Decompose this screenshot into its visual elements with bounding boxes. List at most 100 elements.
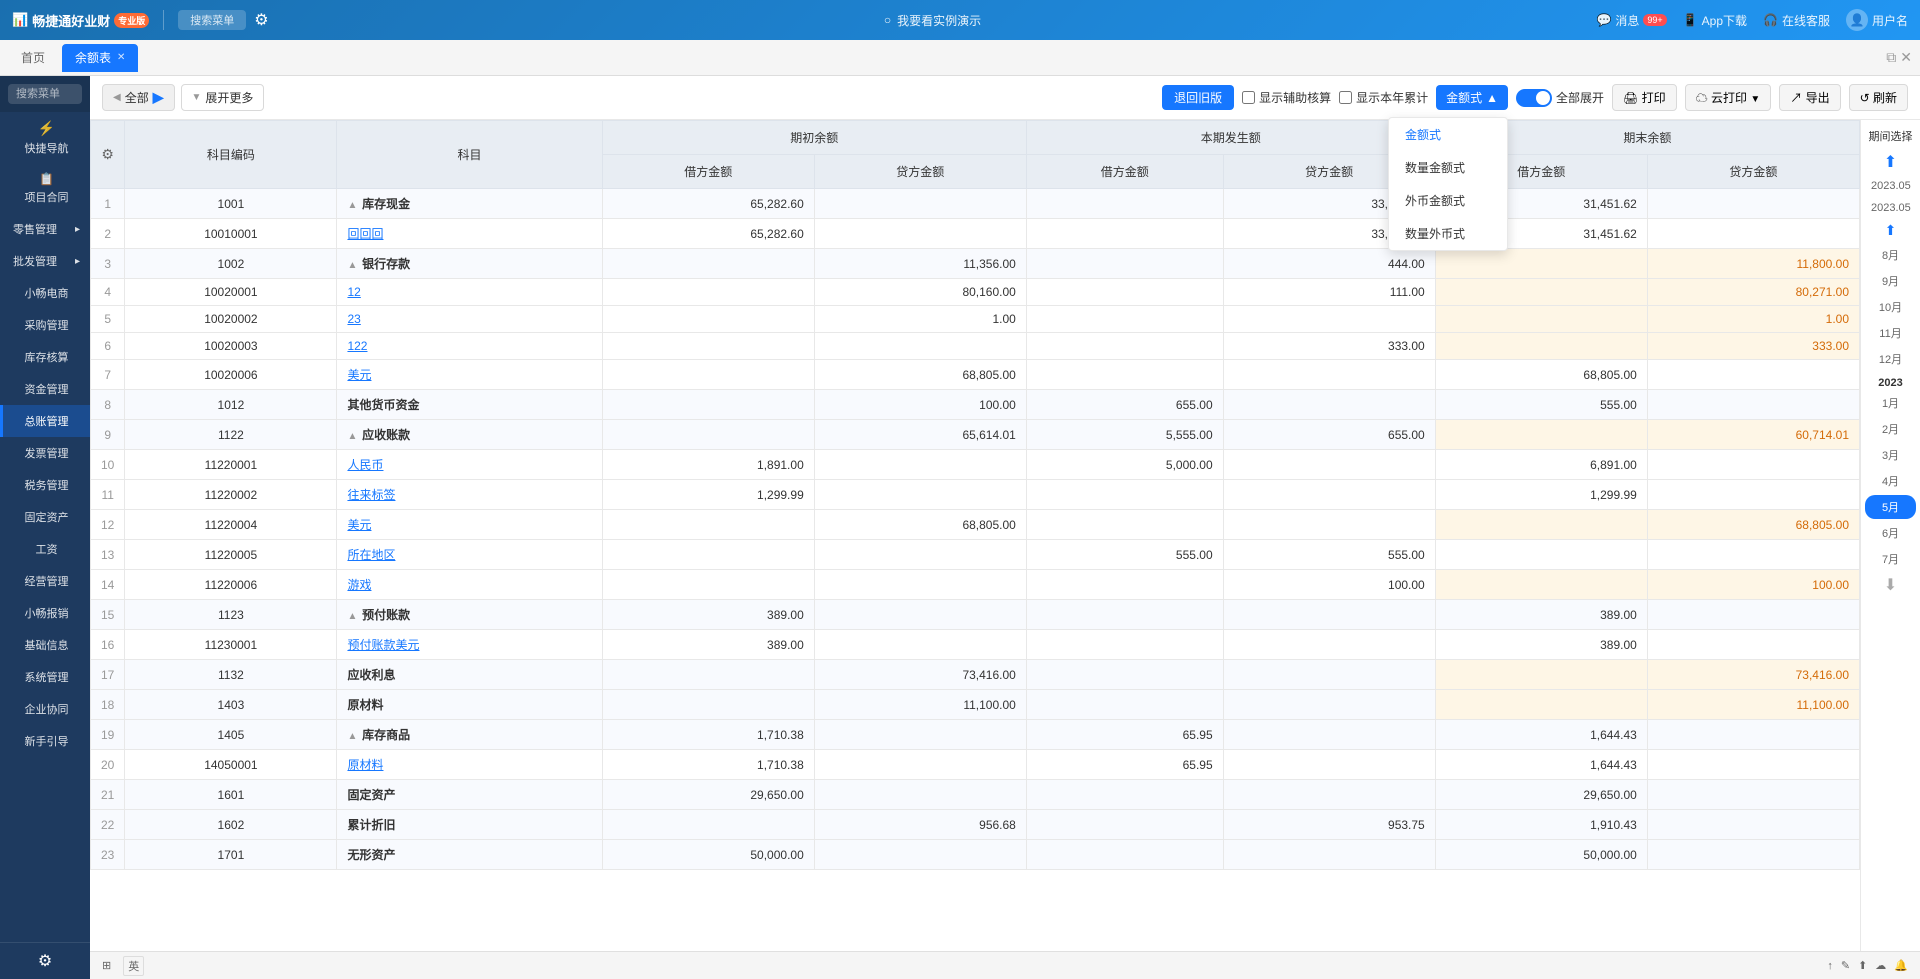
account-link[interactable]: 122: [347, 339, 367, 353]
status-icon-edit[interactable]: ✎: [1841, 959, 1850, 972]
sidebar-item-wholesale[interactable]: 批发管理 ▸: [0, 245, 90, 277]
return-journal-button[interactable]: 退回旧版: [1162, 85, 1234, 110]
sidebar-item-invoice[interactable]: 发票管理: [0, 437, 90, 469]
account-link[interactable]: 往来标签: [347, 488, 395, 502]
print-button[interactable]: 🖨 打印: [1612, 84, 1677, 111]
download-item[interactable]: 📱 App下载: [1683, 12, 1747, 29]
period-8[interactable]: 8月: [1865, 243, 1916, 267]
sidebar-item-system[interactable]: 系统管理: [0, 661, 90, 693]
tab-home[interactable]: 首页: [8, 44, 58, 72]
sidebar-item-business[interactable]: 经营管理: [0, 565, 90, 597]
mode-qty-foreign[interactable]: 数量外币式: [1389, 217, 1507, 250]
sidebar-item-inventory[interactable]: 库存核算: [0, 341, 90, 373]
account-link[interactable]: 原材料: [347, 758, 383, 772]
period-down-arrow[interactable]: ⬇: [1882, 573, 1899, 597]
amount-mode-button[interactable]: 金额式 ▲: [1436, 85, 1508, 110]
search-input[interactable]: [8, 84, 82, 104]
sidebar-item-tax[interactable]: 税务管理: [0, 469, 90, 501]
sidebar-item-basic-info[interactable]: 基础信息: [0, 629, 90, 661]
status-icon-1[interactable]: ⊞: [102, 959, 111, 972]
account-name-cell[interactable]: 回回回: [337, 219, 602, 249]
sidebar-item-general-ledger[interactable]: 总账管理: [0, 405, 90, 437]
period-2023-05-prev[interactable]: 2023.05: [1865, 176, 1916, 196]
expand-button[interactable]: ▼ 展开更多: [181, 84, 265, 111]
export-button[interactable]: ↗ 导出: [1779, 84, 1840, 111]
close-all-icon[interactable]: ✕: [1900, 49, 1912, 66]
status-lang[interactable]: 英: [123, 956, 144, 976]
sidebar-item-fixed-assets[interactable]: 固定资产: [0, 501, 90, 533]
demo-label[interactable]: 我要看实例演示: [897, 12, 981, 29]
account-name-cell[interactable]: 美元: [337, 510, 602, 540]
account-link[interactable]: 美元: [347, 368, 371, 382]
account-name-cell[interactable]: 预付账款美元: [337, 630, 602, 660]
sidebar-item-sales[interactable]: 小畅报销: [0, 597, 90, 629]
status-icon-upload[interactable]: ⬆: [1858, 959, 1867, 972]
expand-row-icon[interactable]: ▲: [347, 200, 360, 211]
subsidiary-checkbox[interactable]: [1242, 91, 1255, 104]
column-settings-icon[interactable]: ⚙: [101, 146, 114, 162]
sidebar-settings-icon[interactable]: ⚙: [38, 951, 52, 971]
account-link[interactable]: 回回回: [347, 227, 383, 241]
period-2023-05-curr[interactable]: 2023.05: [1865, 198, 1916, 218]
user-item[interactable]: 👤 用户名: [1846, 9, 1908, 31]
account-name-cell[interactable]: 游戏: [337, 570, 602, 600]
expand-all-switch[interactable]: [1516, 89, 1552, 107]
account-name-cell[interactable]: 美元: [337, 360, 602, 390]
account-name-cell[interactable]: 所在地区: [337, 540, 602, 570]
all-button[interactable]: ◀ 全部 ▶: [102, 84, 175, 111]
period-up-arrow[interactable]: ⬆: [1882, 150, 1899, 174]
sidebar-item-retail[interactable]: 零售管理 ▸: [0, 213, 90, 245]
expand-row-icon[interactable]: ▲: [347, 611, 360, 622]
period-10[interactable]: 10月: [1865, 295, 1916, 319]
settings-icon-top[interactable]: ⚙: [254, 10, 268, 30]
status-icon-notify[interactable]: 🔔: [1894, 959, 1908, 972]
period-3[interactable]: 3月: [1865, 443, 1916, 467]
account-name-cell[interactable]: 往来标签: [337, 480, 602, 510]
sidebar-item-purchase[interactable]: 采购管理: [0, 309, 90, 341]
expand-row-icon[interactable]: ▲: [347, 731, 360, 742]
mode-qty-amount[interactable]: 数量金额式: [1389, 151, 1507, 184]
period-9[interactable]: 9月: [1865, 269, 1916, 293]
notification-item[interactable]: 💬 消息 99+: [1596, 12, 1666, 29]
period-5-current[interactable]: 5月: [1865, 495, 1916, 519]
period-7[interactable]: 7月: [1865, 547, 1916, 571]
sidebar-item-ecommerce[interactable]: 小畅电商: [0, 277, 90, 309]
account-name-cell[interactable]: 12: [337, 279, 602, 306]
show-subsidiary-check[interactable]: 显示辅助核算: [1242, 89, 1331, 106]
sidebar-item-guide[interactable]: 新手引导: [0, 725, 90, 757]
sidebar-item-cooperation[interactable]: 企业协同: [0, 693, 90, 725]
cloud-print-button[interactable]: ☁ 云打印 ▼: [1685, 84, 1772, 111]
tab-balance[interactable]: 余额表 ✕: [62, 44, 138, 72]
period-11[interactable]: 11月: [1865, 321, 1916, 345]
account-link[interactable]: 12: [347, 285, 360, 299]
service-item[interactable]: 🎧 在线客服: [1763, 12, 1830, 29]
period-4[interactable]: 4月: [1865, 469, 1916, 493]
account-link[interactable]: 所在地区: [347, 548, 395, 562]
sidebar-item-salary[interactable]: 工资: [0, 533, 90, 565]
account-name-cell[interactable]: 人民币: [337, 450, 602, 480]
account-link[interactable]: 游戏: [347, 578, 371, 592]
expand-row-icon[interactable]: ▲: [347, 260, 360, 271]
sidebar-item-capital[interactable]: 资金管理: [0, 373, 90, 405]
period-2[interactable]: 2月: [1865, 417, 1916, 441]
tab-close-icon[interactable]: ✕: [117, 52, 125, 63]
account-name-cell[interactable]: 23: [337, 306, 602, 333]
period-up2-arrow[interactable]: ⬆: [1883, 220, 1899, 241]
account-name-cell[interactable]: 122: [337, 333, 602, 360]
yearly-checkbox[interactable]: [1339, 91, 1352, 104]
refresh-button[interactable]: ↺ 刷新: [1849, 84, 1908, 111]
account-name-cell[interactable]: 原材料: [337, 750, 602, 780]
show-yearly-check[interactable]: 显示本年累计: [1339, 89, 1428, 106]
mode-amount[interactable]: 金额式: [1389, 118, 1507, 151]
mode-foreign-amount[interactable]: 外币金额式: [1389, 184, 1507, 217]
period-12[interactable]: 12月: [1865, 347, 1916, 371]
account-link[interactable]: 23: [347, 312, 360, 326]
status-icon-cloud[interactable]: ☁: [1875, 959, 1886, 972]
period-1[interactable]: 1月: [1865, 391, 1916, 415]
expand-row-icon[interactable]: ▲: [347, 431, 360, 442]
status-icon-arrow[interactable]: ↑: [1827, 960, 1833, 972]
search-bar-placeholder[interactable]: 搜索菜单: [178, 10, 246, 30]
sidebar-item-quick-nav[interactable]: ⚡ 快捷导航: [0, 112, 90, 164]
account-link[interactable]: 人民币: [347, 458, 383, 472]
account-link[interactable]: 预付账款美元: [347, 638, 419, 652]
